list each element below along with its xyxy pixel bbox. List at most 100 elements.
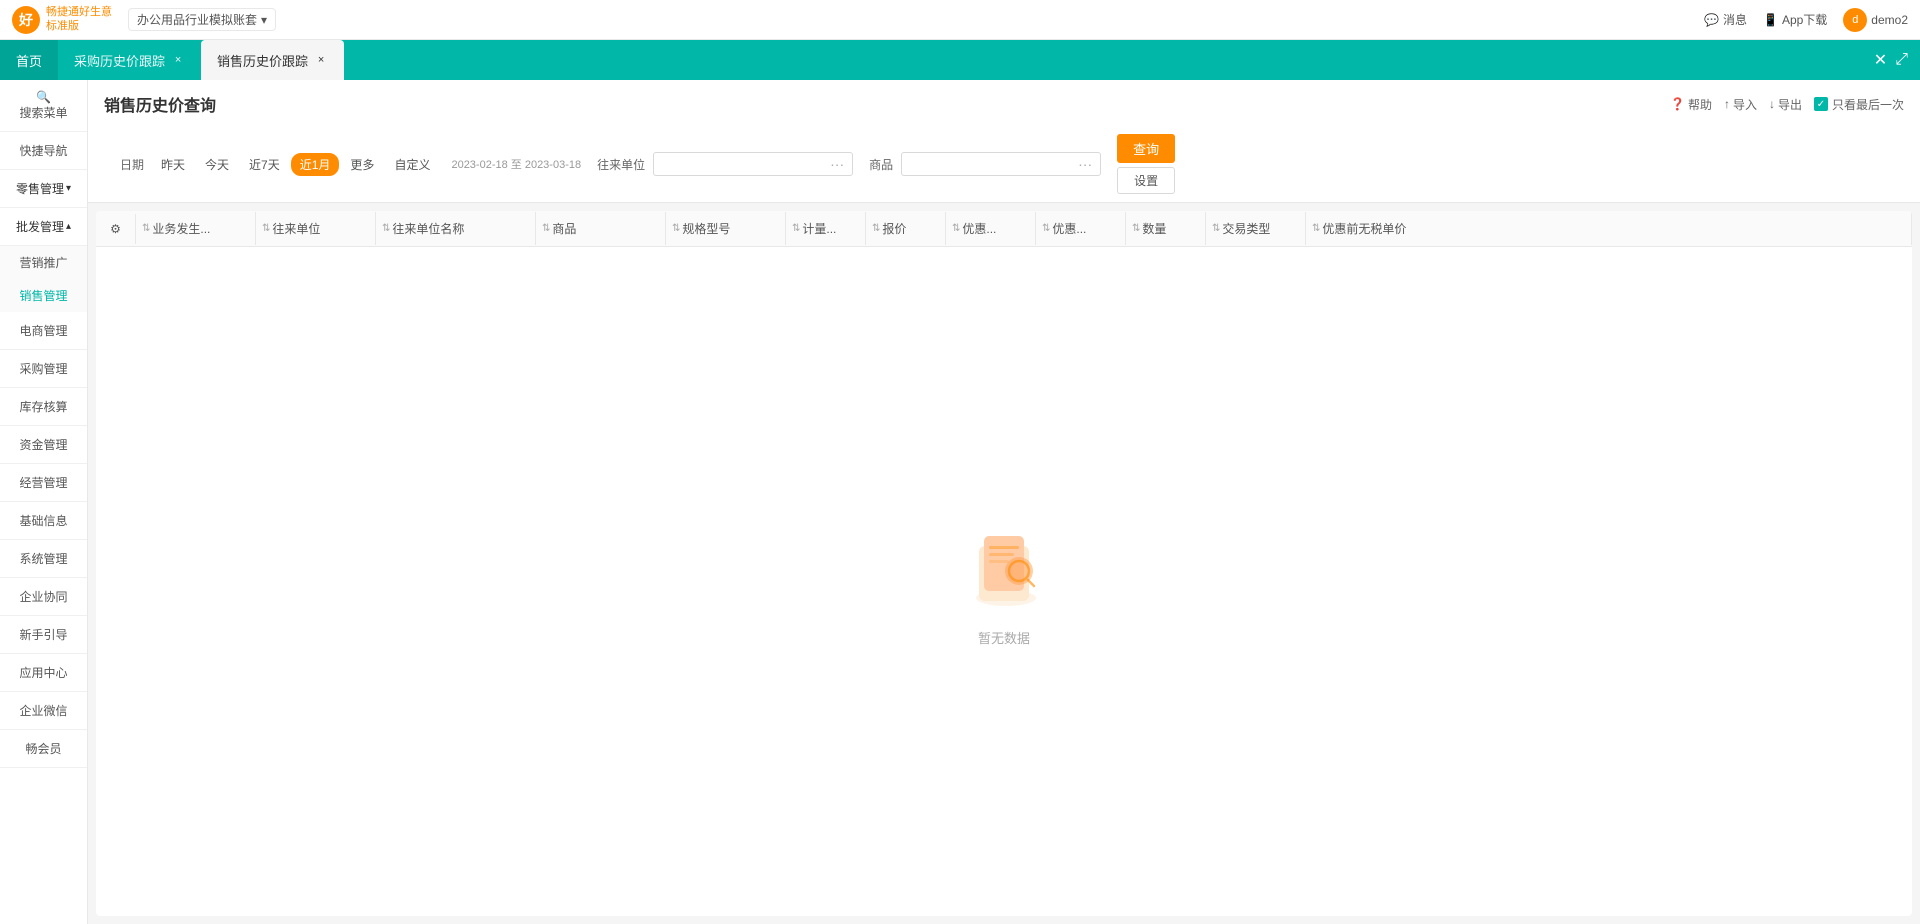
empty-text: 暂无数据 (978, 628, 1030, 647)
workspace-selector[interactable]: 办公用品行业模拟账套 ▾ (128, 8, 276, 31)
download-icon: 📱 (1763, 13, 1778, 27)
marketing-label: 营销推广 (4, 254, 83, 271)
export-label: 导出 (1778, 96, 1802, 113)
inventory-label: 库存核算 (4, 398, 83, 415)
date-options: 昨天 今天 近7天 近1月 更多 自定义 (152, 153, 439, 176)
retail-label: 零售管理 (16, 180, 64, 197)
sidebar-item-sales-mgmt[interactable]: 销售管理 (0, 279, 87, 312)
quick-nav-label: 快捷导航 (4, 142, 83, 159)
only-last-label: 只看最后一次 (1832, 96, 1904, 113)
partner-input[interactable]: ··· (653, 152, 853, 176)
date-label: 日期 (120, 156, 144, 173)
chevron-up-icon: ▴ (66, 221, 71, 232)
col-discount1: ⇅ 优惠... (946, 212, 1036, 245)
sidebar-item-marketing[interactable]: 营销推广 (0, 246, 87, 279)
sidebar-item-wechat[interactable]: 企业微信 (0, 692, 87, 730)
partner-input-dots: ··· (830, 156, 844, 172)
sidebar-item-retail[interactable]: 零售管理 ▾ (0, 170, 87, 208)
product-input-dots: ··· (1078, 156, 1092, 172)
settings-button[interactable]: 设置 (1117, 167, 1175, 194)
tab-purchase-close[interactable]: × (171, 53, 185, 67)
date-btn-7days[interactable]: 近7天 (240, 153, 289, 176)
sort-icon: ⇅ (1132, 223, 1140, 234)
message-button[interactable]: 💬 消息 (1704, 11, 1747, 28)
table-header: ⚙ ⇅ 业务发生... ⇅ 往来单位 ⇅ 往来单位名称 ⇅ 商品 (96, 211, 1912, 247)
sort-icon: ⇅ (142, 223, 150, 234)
filter-row: 日期 昨天 今天 近7天 近1月 更多 自定义 2023-02-18 至 202… (104, 126, 1904, 202)
col-biz-date: ⇅ 业务发生... (136, 212, 256, 245)
table-area: ⚙ ⇅ 业务发生... ⇅ 往来单位 ⇅ 往来单位名称 ⇅ 商品 (96, 211, 1912, 916)
col-price: ⇅ 报价 (866, 212, 946, 245)
sort-icon: ⇅ (792, 223, 800, 234)
date-btn-today[interactable]: 今天 (196, 153, 238, 176)
maximize-icon[interactable]: ⤢ (1895, 51, 1908, 69)
sidebar-item-enterprise[interactable]: 企业协同 (0, 578, 87, 616)
app-download-button[interactable]: 📱 App下载 (1763, 11, 1827, 28)
sidebar-item-system[interactable]: 系统管理 (0, 540, 87, 578)
col-discount2: ⇅ 优惠... (1036, 212, 1126, 245)
import-button[interactable]: ↑ 导入 (1724, 96, 1757, 113)
date-btn-yesterday[interactable]: 昨天 (152, 153, 194, 176)
date-btn-custom[interactable]: 自定义 (385, 153, 439, 176)
tab-purchase[interactable]: 采购历史价跟踪 × (58, 40, 201, 80)
sidebar-item-inventory[interactable]: 库存核算 (0, 388, 87, 426)
tab-home[interactable]: 首页 (0, 40, 58, 80)
vip-label: 畅会员 (4, 740, 83, 757)
tab-sales[interactable]: 销售历史价跟踪 × (201, 40, 344, 80)
sidebar-item-operations[interactable]: 经营管理 (0, 464, 87, 502)
help-button[interactable]: ❓ 帮助 (1670, 96, 1712, 113)
sales-mgmt-label: 销售管理 (4, 287, 83, 304)
enterprise-label: 企业协同 (4, 588, 83, 605)
col-unit: ⇅ 计量... (786, 212, 866, 245)
workspace-label: 办公用品行业模拟账套 (137, 11, 257, 28)
user-menu[interactable]: d demo2 (1843, 8, 1908, 32)
sort-icon: ⇅ (672, 223, 680, 234)
sort-icon: ⇅ (262, 223, 270, 234)
sidebar-item-newbie[interactable]: 新手引导 (0, 616, 87, 654)
logo-text: 畅捷通好生意 标准版 (46, 6, 112, 32)
export-button[interactable]: ↓ 导出 (1769, 96, 1802, 113)
product-label: 商品 (869, 156, 893, 173)
newbie-label: 新手引导 (4, 626, 83, 643)
sidebar-item-basic-info[interactable]: 基础信息 (0, 502, 87, 540)
sidebar-item-finance[interactable]: 资金管理 (0, 426, 87, 464)
sidebar-item-ecommerce[interactable]: 电商管理 (0, 312, 87, 350)
partner-label: 往来单位 (597, 156, 645, 173)
import-icon: ↑ (1724, 97, 1730, 111)
app-center-label: 应用中心 (4, 664, 83, 681)
sidebar-item-purchase[interactable]: 采购管理 (0, 350, 87, 388)
avatar: d (1843, 8, 1867, 32)
import-label: 导入 (1733, 96, 1757, 113)
operations-label: 经营管理 (4, 474, 83, 491)
sort-icon: ⇅ (1312, 223, 1320, 234)
date-btn-1month[interactable]: 近1月 (291, 153, 340, 176)
basic-info-label: 基础信息 (4, 512, 83, 529)
sort-icon: ⇅ (872, 223, 880, 234)
empty-area: 暂无数据 (96, 247, 1912, 916)
system-label: 系统管理 (4, 550, 83, 567)
col-trade-type: ⇅ 交易类型 (1206, 212, 1306, 245)
tab-purchase-label: 采购历史价跟踪 (74, 51, 165, 70)
only-last-checkbox[interactable]: ✓ 只看最后一次 (1814, 96, 1904, 113)
topbar-right: 💬 消息 📱 App下载 d demo2 (1704, 8, 1908, 32)
checkbox-icon: ✓ (1814, 97, 1828, 111)
tab-sales-label: 销售历史价跟踪 (217, 51, 308, 70)
ecommerce-label: 电商管理 (4, 322, 83, 339)
page-title-row: 销售历史价查询 ❓ 帮助 ↑ 导入 ↓ 导出 ✓ (104, 92, 1904, 116)
date-btn-more[interactable]: 更多 (341, 153, 383, 176)
tab-sales-close[interactable]: × (314, 53, 328, 67)
tabbar: 首页 采购历史价跟踪 × 销售历史价跟踪 × ✕ ⤢ (0, 40, 1920, 80)
sidebar-search-label: 搜索菜单 (4, 104, 83, 121)
sidebar-item-vip[interactable]: 畅会员 (0, 730, 87, 768)
sidebar-item-wholesale[interactable]: 批发管理 ▴ (0, 208, 87, 246)
col-product: ⇅ 商品 (536, 212, 666, 245)
query-button[interactable]: 查询 (1117, 134, 1175, 163)
col-pretax-price: ⇅ 优惠前无税单价 (1306, 212, 1912, 245)
col-partner: ⇅ 往来单位 (256, 212, 376, 245)
sidebar-item-quick-nav[interactable]: 快捷导航 (0, 132, 87, 170)
close-window-icon[interactable]: ✕ (1874, 50, 1887, 70)
col-settings[interactable]: ⚙ (96, 214, 136, 244)
sidebar-item-app-center[interactable]: 应用中心 (0, 654, 87, 692)
product-input[interactable]: ··· (901, 152, 1101, 176)
sidebar-item-search[interactable]: 🔍 搜索菜单 (0, 80, 87, 132)
